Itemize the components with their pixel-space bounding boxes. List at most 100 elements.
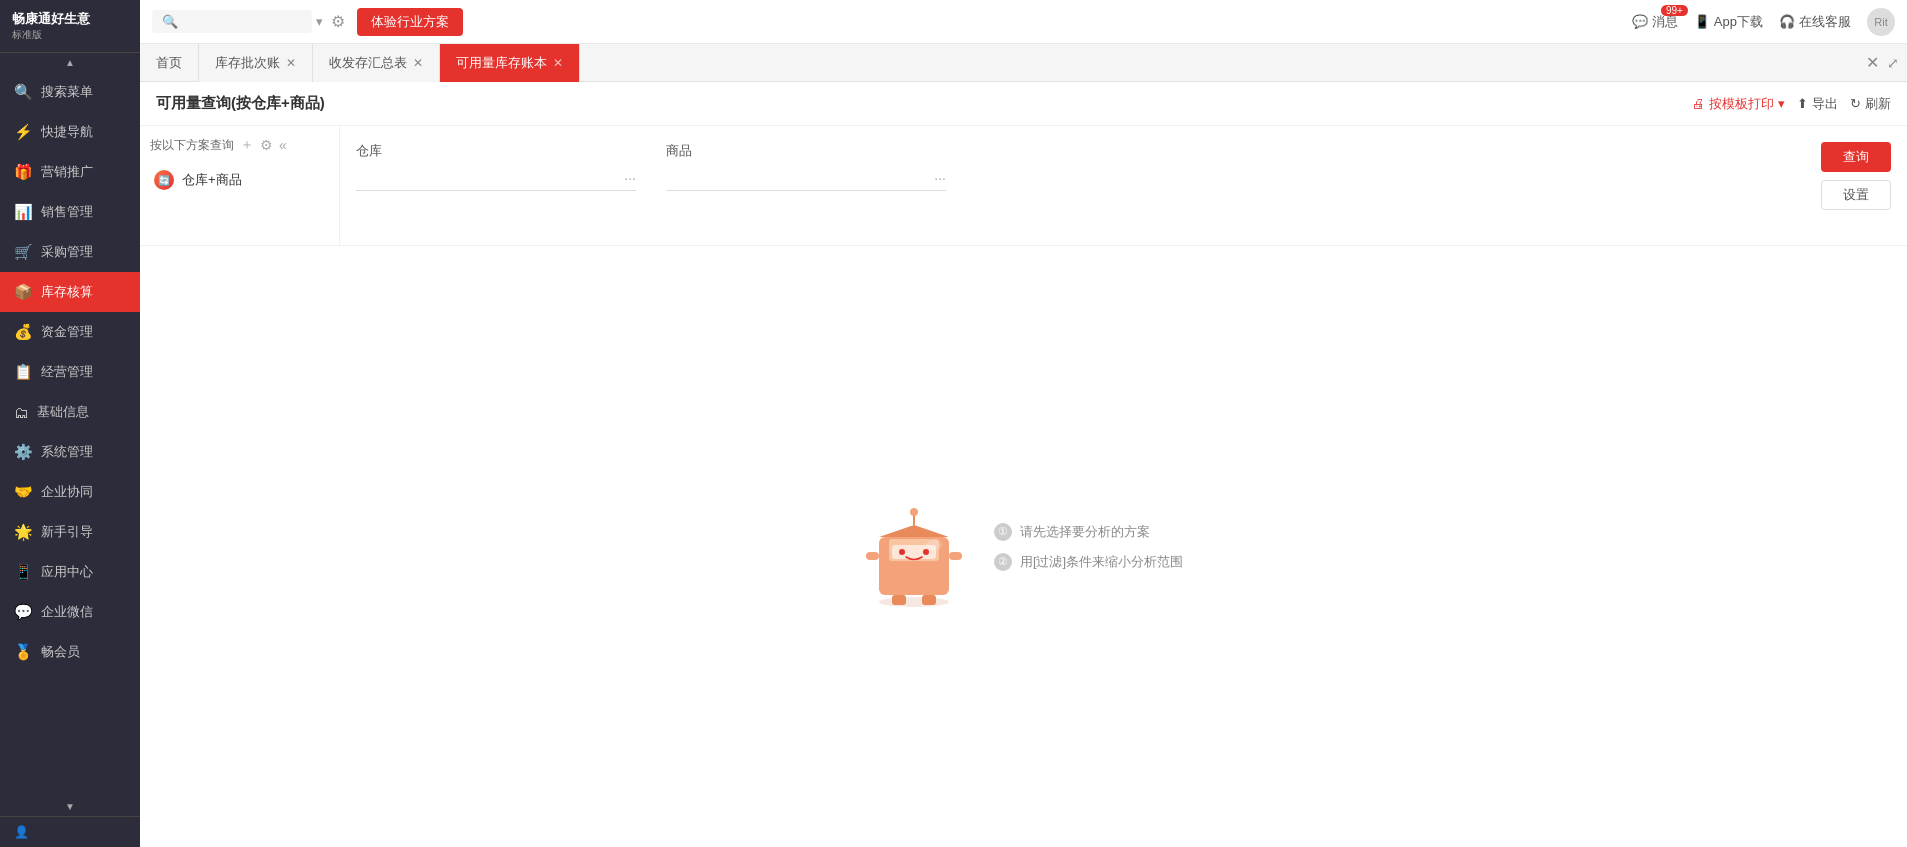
tab-summary[interactable]: 收发存汇总表 ✕ (313, 44, 440, 82)
sidebar-item-label: 新手引导 (41, 523, 93, 541)
sidebar-item-inventory[interactable]: 📦 库存核算 (0, 272, 140, 312)
scheme-header: 按以下方案查询 ＋ ⚙ « (140, 136, 339, 162)
empty-state: ① 请先选择要分析的方案 ② 用[过滤]条件来缩小分析范围 (140, 246, 1907, 847)
sidebar-item-appcenter[interactable]: 📱 应用中心 (0, 552, 140, 592)
tab-home[interactable]: 首页 (140, 44, 199, 82)
sidebar-item-label: 资金管理 (41, 323, 93, 341)
svg-rect-10 (949, 552, 962, 560)
warehouse-more-icon[interactable]: ··· (624, 170, 636, 186)
sidebar-item-label: 系统管理 (41, 443, 93, 461)
online-service-btn[interactable]: 🎧 在线客服 (1779, 13, 1851, 31)
industry-btn[interactable]: 体验行业方案 (357, 8, 463, 36)
settings-btn[interactable]: 设置 (1821, 180, 1891, 210)
warehouse-input[interactable] (356, 171, 618, 186)
star-icon: 🌟 (14, 523, 33, 541)
settings-scheme-btn[interactable]: ⚙ (260, 137, 273, 153)
sidebar-item-label: 搜索菜单 (41, 83, 93, 101)
online-service-label: 在线客服 (1799, 13, 1851, 31)
sidebar-item-member[interactable]: 🏅 畅会员 (0, 632, 140, 672)
user-avatar[interactable]: Rit (1867, 8, 1895, 36)
scheme-icon: 🔄 (154, 170, 174, 190)
filter-panel: 按以下方案查询 ＋ ⚙ « 🔄 仓库+商品 仓库 (140, 126, 1907, 246)
sidebar-item-base[interactable]: 🗂 基础信息 (0, 392, 140, 432)
tab-batch-account[interactable]: 库存批次账 ✕ (199, 44, 313, 82)
sidebar-item-label: 营销推广 (41, 163, 93, 181)
gear-icon: ⚙️ (14, 443, 33, 461)
sidebar-item-marketing[interactable]: 🎁 营销推广 (0, 152, 140, 192)
topbar-right: 💬 消息 99+ 📱 App下载 🎧 在线客服 Rit (1632, 8, 1895, 36)
sidebar-item-sales[interactable]: 📊 销售管理 (0, 192, 140, 232)
chevron-down-icon[interactable]: ▾ (316, 14, 323, 29)
content-area: 可用量查询(按仓库+商品) 🖨 按模板打印 ▾ ⬆ 导出 ↻ 刷新 (140, 82, 1907, 847)
filter-fields: 仓库 ··· 商品 ··· (340, 126, 1821, 245)
sidebar-item-label: 企业协同 (41, 483, 93, 501)
svg-marker-2 (879, 525, 949, 537)
sidebar-item-operation[interactable]: 📋 经营管理 (0, 352, 140, 392)
tab-close-icon[interactable]: ✕ (553, 56, 563, 70)
sidebar-item-wechat[interactable]: 💬 企业微信 (0, 592, 140, 632)
sidebar-item-system[interactable]: ⚙️ 系统管理 (0, 432, 140, 472)
tab-label: 可用量库存账本 (456, 54, 547, 72)
warehouse-input-wrap: ··· (356, 166, 636, 191)
sidebar-item-finance[interactable]: 💰 资金管理 (0, 312, 140, 352)
sidebar-item-quick-nav[interactable]: ⚡ 快捷导航 (0, 112, 140, 152)
tab-close-icon[interactable]: ✕ (286, 56, 296, 70)
topbar: 🔍 ▾ ⚙ 体验行业方案 💬 消息 99+ 📱 App下载 🎧 在线客服 Rit (140, 0, 1907, 44)
headset-icon: 🎧 (1779, 14, 1795, 29)
gift-icon: 🎁 (14, 163, 33, 181)
clipboard-icon: 📋 (14, 363, 33, 381)
sidebar-item-label: 畅会员 (41, 643, 80, 661)
sidebar-scroll-down[interactable]: ▼ (0, 797, 140, 816)
app-download-btn[interactable]: 📱 App下载 (1694, 13, 1763, 31)
sidebar-logo: 畅康通好生意 标准版 (0, 0, 140, 53)
refresh-btn[interactable]: ↻ 刷新 (1850, 95, 1891, 113)
filter-field-goods: 商品 ··· (666, 142, 946, 191)
message-btn[interactable]: 💬 消息 99+ (1632, 13, 1678, 31)
query-btn[interactable]: 查询 (1821, 142, 1891, 172)
sidebar-scroll-up[interactable]: ▲ (0, 53, 140, 72)
app-download-label: App下载 (1714, 13, 1763, 31)
tabs-expand-button[interactable]: ⤢ (1887, 55, 1899, 71)
medal-icon: 🏅 (14, 643, 33, 661)
sidebar-item-label: 库存核算 (41, 283, 93, 301)
user-name: Rit (1874, 16, 1887, 28)
scheme-panel: 按以下方案查询 ＋ ⚙ « 🔄 仓库+商品 (140, 126, 340, 245)
export-btn[interactable]: ⬆ 导出 (1797, 95, 1838, 113)
add-scheme-btn[interactable]: ＋ (240, 136, 254, 154)
sidebar-item-search[interactable]: 🔍 搜索菜单 (0, 72, 140, 112)
sidebar-item-label: 企业微信 (41, 603, 93, 621)
svg-point-6 (923, 549, 929, 555)
template-print-label: 按模板打印 (1709, 95, 1774, 113)
page-header: 可用量查询(按仓库+商品) 🖨 按模板打印 ▾ ⬆ 导出 ↻ 刷新 (140, 82, 1907, 126)
tabs-close-button[interactable]: ✕ (1866, 53, 1879, 72)
goods-input-wrap: ··· (666, 166, 946, 191)
tip-num-1: ① (994, 523, 1012, 541)
avatar: Rit (1867, 8, 1895, 36)
collapse-scheme-btn[interactable]: « (279, 137, 287, 153)
empty-tip-1: ① 请先选择要分析的方案 (994, 523, 1183, 541)
sidebar-item-purchase[interactable]: 🛒 采购管理 (0, 232, 140, 272)
print-icon: 🖨 (1692, 96, 1705, 111)
message-icon: 💬 (1632, 14, 1648, 29)
search-input[interactable] (184, 14, 302, 29)
tab-available-ledger[interactable]: 可用量库存账本 ✕ (440, 44, 580, 82)
tab-label: 库存批次账 (215, 54, 280, 72)
tip-text-1: 请先选择要分析的方案 (1020, 523, 1150, 541)
sidebar-item-label: 应用中心 (41, 563, 93, 581)
topbar-search-box[interactable]: 🔍 (152, 10, 312, 33)
goods-input[interactable] (666, 171, 928, 186)
refresh-icon: ↻ (1850, 96, 1861, 111)
sidebar-bottom[interactable]: 👤 (0, 816, 140, 847)
sidebar-item-enterprise[interactable]: 🤝 企业协同 (0, 472, 140, 512)
search-icon: 🔍 (162, 14, 178, 29)
refresh-label: 刷新 (1865, 95, 1891, 113)
tab-close-icon[interactable]: ✕ (413, 56, 423, 70)
gear-icon[interactable]: ⚙ (331, 12, 345, 31)
lightning-icon: ⚡ (14, 123, 33, 141)
template-print-btn[interactable]: 🖨 按模板打印 ▾ (1692, 95, 1785, 113)
scheme-item-warehouse-goods[interactable]: 🔄 仓库+商品 (140, 162, 339, 198)
goods-more-icon[interactable]: ··· (934, 170, 946, 186)
handshake-icon: 🤝 (14, 483, 33, 501)
sidebar-item-newguide[interactable]: 🌟 新手引导 (0, 512, 140, 552)
scheme-header-title: 按以下方案查询 (150, 137, 234, 154)
